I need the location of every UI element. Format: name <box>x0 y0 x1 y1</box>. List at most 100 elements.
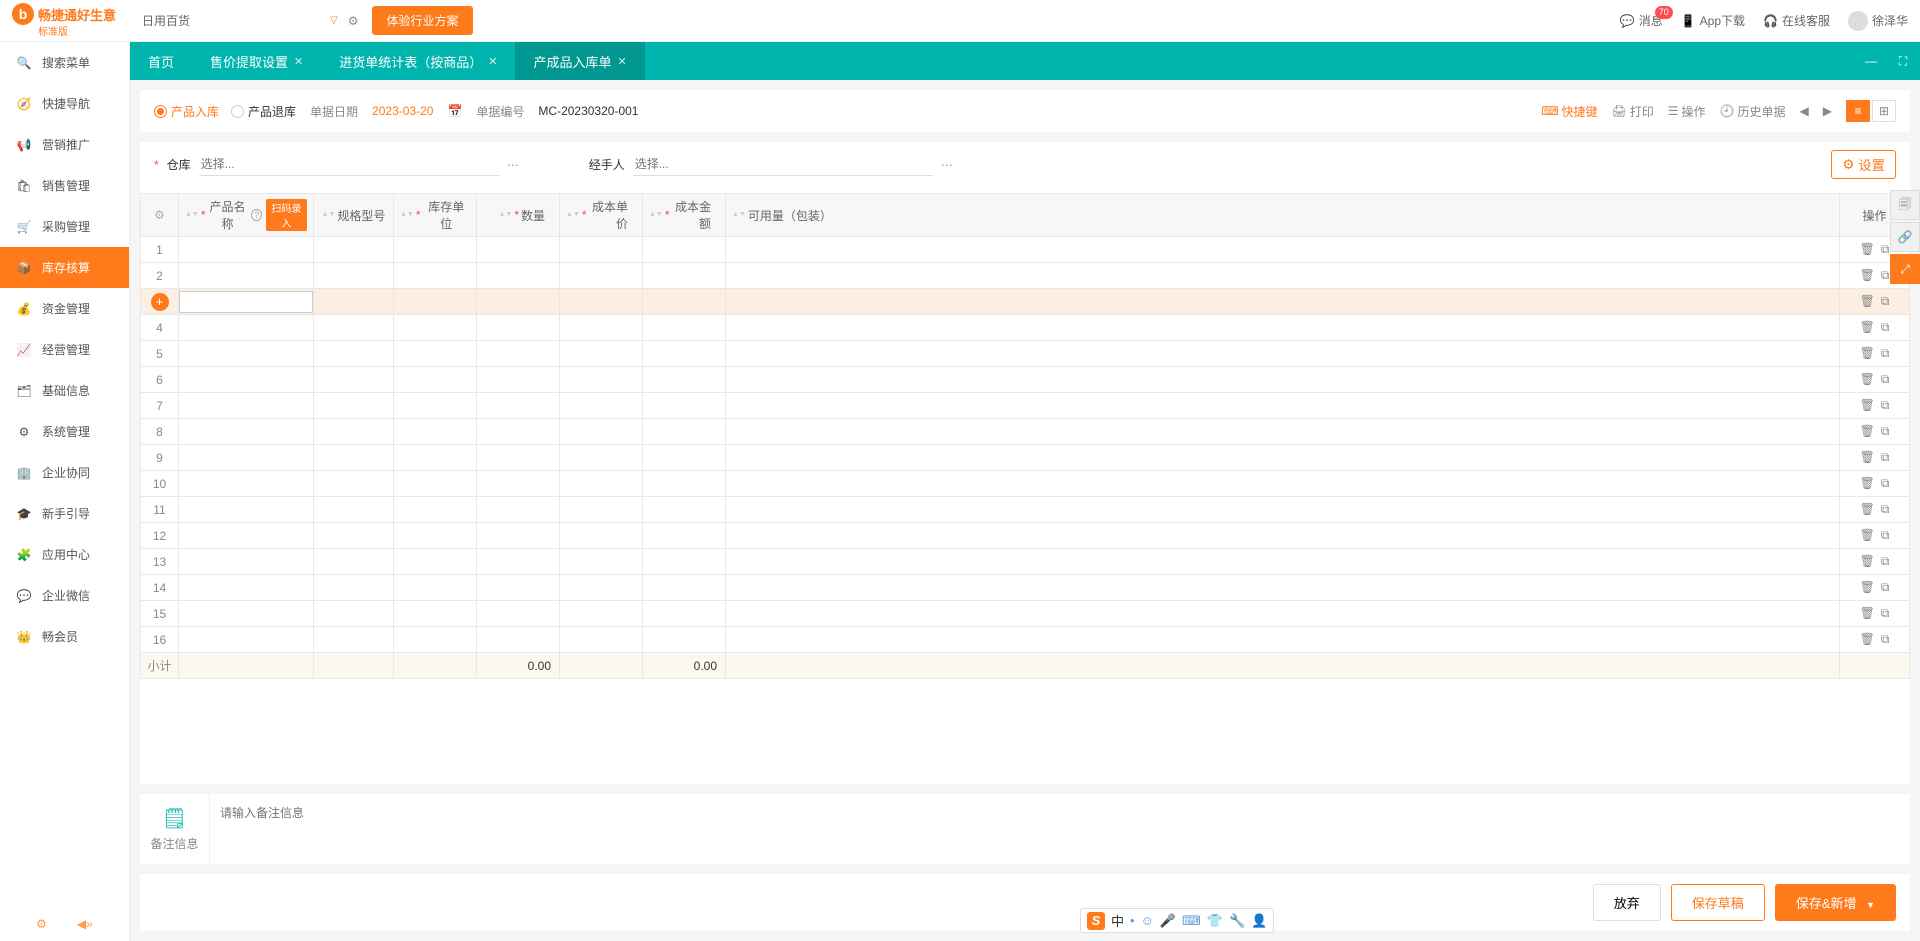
view-list-button[interactable]: ≡ <box>1846 100 1870 122</box>
table-row[interactable]: 11🗑⧉ <box>141 497 1910 523</box>
product-name-input[interactable] <box>179 291 313 313</box>
view-grid-button[interactable]: ⊞ <box>1872 100 1896 122</box>
sidebar-item-13[interactable]: 💬企业微信 <box>0 575 129 616</box>
ime-user-icon[interactable]: 👤 <box>1251 913 1267 929</box>
close-icon[interactable]: ✕ <box>618 55 627 68</box>
shortcut-link[interactable]: ⌨ 快捷键 <box>1541 103 1597 120</box>
sort-icon[interactable]: ▲▼ <box>185 212 199 218</box>
save-new-button[interactable]: 保存&新增 ▼ <box>1775 884 1896 921</box>
table-row[interactable]: 16🗑⧉ <box>141 627 1910 653</box>
handler-input[interactable] <box>633 153 933 176</box>
delete-icon[interactable]: 🗑 <box>1860 320 1875 334</box>
tab-expand-button[interactable]: ⛶ <box>1888 46 1918 76</box>
gear-icon[interactable]: ⚙ <box>154 208 165 222</box>
tab-minimize-button[interactable]: — <box>1856 46 1886 76</box>
delete-icon[interactable]: 🗑 <box>1860 242 1875 256</box>
dock-link-icon[interactable]: 🔗 <box>1890 222 1920 252</box>
close-icon[interactable]: ✕ <box>294 55 303 68</box>
copy-icon[interactable]: ⧉ <box>1881 502 1890 516</box>
table-row[interactable]: 7🗑⧉ <box>141 393 1910 419</box>
table-row[interactable]: 8🗑⧉ <box>141 419 1910 445</box>
online-service-link[interactable]: 🎧 在线客服 <box>1763 12 1830 29</box>
calendar-icon[interactable]: 📅 <box>447 104 462 118</box>
sidebar-item-1[interactable]: 🧭快捷导航 <box>0 83 129 124</box>
tab-1[interactable]: 售价提取设置✕ <box>192 42 321 80</box>
settings-button[interactable]: ⚙ 设置 <box>1831 150 1896 179</box>
table-row[interactable]: + 🗑 ⧉ <box>141 289 1910 315</box>
sidebar-item-3[interactable]: 🛍销售管理 <box>0 165 129 206</box>
print-link[interactable]: 🖨 打印 <box>1612 103 1654 120</box>
next-icon[interactable]: ▶ <box>1823 104 1832 118</box>
prev-icon[interactable]: ◀ <box>1800 104 1809 118</box>
messages-link[interactable]: 💬 消息 70 <box>1620 12 1663 29</box>
copy-icon[interactable]: ⧉ <box>1881 632 1890 646</box>
table-row[interactable]: 6🗑⧉ <box>141 367 1910 393</box>
copy-icon[interactable]: ⧉ <box>1881 372 1890 386</box>
copy-icon[interactable]: ⧉ <box>1881 398 1890 412</box>
table-row[interactable]: 15🗑⧉ <box>141 601 1910 627</box>
copy-icon[interactable]: ⧉ <box>1881 268 1890 282</box>
copy-icon[interactable]: ⧉ <box>1881 294 1890 308</box>
sidebar-item-0[interactable]: 🔍搜索菜单 <box>0 42 129 83</box>
radio-product-in[interactable]: 产品入库 <box>154 103 219 120</box>
table-row[interactable]: 10🗑⧉ <box>141 471 1910 497</box>
delete-icon[interactable]: 🗑 <box>1860 606 1875 620</box>
copy-icon[interactable]: ⧉ <box>1881 554 1890 568</box>
ime-punct-icon[interactable]: • <box>1130 913 1135 928</box>
delete-icon[interactable]: 🗑 <box>1860 528 1875 542</box>
sort-icon[interactable]: ▲▼ <box>732 212 746 218</box>
sidebar-item-2[interactable]: 📢营销推广 <box>0 124 129 165</box>
copy-icon[interactable]: ⧉ <box>1881 346 1890 360</box>
copy-icon[interactable]: ⧉ <box>1881 580 1890 594</box>
save-draft-button[interactable]: 保存草稿 <box>1671 884 1765 921</box>
sort-icon[interactable]: ▲▼ <box>322 212 336 218</box>
sidebar-item-7[interactable]: 📈经营管理 <box>0 329 129 370</box>
ime-smile-icon[interactable]: ☺ <box>1141 913 1154 928</box>
close-icon[interactable]: ✕ <box>488 55 497 68</box>
delete-icon[interactable]: 🗑 <box>1860 554 1875 568</box>
copy-icon[interactable]: ⧉ <box>1881 528 1890 542</box>
table-row[interactable]: 4🗑⧉ <box>141 315 1910 341</box>
copy-icon[interactable]: ⧉ <box>1881 606 1890 620</box>
sort-icon[interactable]: ▲▼ <box>498 212 512 218</box>
sidebar-item-9[interactable]: ⚙系统管理 <box>0 411 129 452</box>
ime-skin-icon[interactable]: 👕 <box>1207 913 1223 929</box>
sort-icon[interactable]: ▲▼ <box>649 212 663 218</box>
delete-icon[interactable]: 🗑 <box>1860 424 1875 438</box>
copy-icon[interactable]: ⧉ <box>1881 424 1890 438</box>
ime-lang[interactable]: 中 <box>1111 911 1124 930</box>
sidebar-item-10[interactable]: 🏢企业协同 <box>0 452 129 493</box>
handler-picker-icon[interactable]: ⋯ <box>941 158 953 172</box>
tab-2[interactable]: 进货单统计表（按商品）✕ <box>321 42 515 80</box>
delete-icon[interactable]: 🗑 <box>1860 450 1875 464</box>
dock-note-icon[interactable]: 🗐 <box>1890 190 1920 220</box>
sort-icon[interactable]: ▲▼ <box>566 212 580 218</box>
copy-icon[interactable]: ⧉ <box>1881 320 1890 334</box>
sort-icon[interactable]: ▲▼ <box>400 212 414 218</box>
delete-icon[interactable]: 🗑 <box>1860 632 1875 646</box>
user-menu[interactable]: 徐泽华 <box>1848 11 1908 31</box>
app-download-link[interactable]: 📱 App下载 <box>1681 12 1745 29</box>
copy-icon[interactable]: ⧉ <box>1881 450 1890 464</box>
sidebar-item-6[interactable]: 💰资金管理 <box>0 288 129 329</box>
table-row[interactable]: 1🗑⧉ <box>141 237 1910 263</box>
warehouse-input[interactable] <box>199 153 499 176</box>
radio-product-out[interactable]: 产品退库 <box>231 103 296 120</box>
history-link[interactable]: 🕘 历史单据 <box>1720 103 1786 120</box>
sidebar-item-4[interactable]: 🛒采购管理 <box>0 206 129 247</box>
gear-icon[interactable]: ⚙ <box>348 14 359 28</box>
warehouse-picker-icon[interactable]: ⋯ <box>507 158 519 172</box>
category-select[interactable]: 日用百货 ▽ <box>142 12 338 29</box>
ime-tool-icon[interactable]: 🔧 <box>1229 913 1245 929</box>
add-row-icon[interactable]: + <box>151 293 169 311</box>
delete-icon[interactable]: 🗑 <box>1860 502 1875 516</box>
delete-icon[interactable]: 🗑 <box>1860 268 1875 282</box>
dock-expand-icon[interactable]: ⤢ <box>1890 254 1920 284</box>
copy-icon[interactable]: ⧉ <box>1881 476 1890 490</box>
date-value[interactable]: 2023-03-20 <box>372 104 433 118</box>
table-row[interactable]: 5🗑⧉ <box>141 341 1910 367</box>
trial-button[interactable]: 体验行业方案 <box>372 6 472 35</box>
delete-icon[interactable]: 🗑 <box>1860 398 1875 412</box>
delete-icon[interactable]: 🗑 <box>1860 294 1875 308</box>
tab-3[interactable]: 产成品入库单✕ <box>515 42 644 80</box>
